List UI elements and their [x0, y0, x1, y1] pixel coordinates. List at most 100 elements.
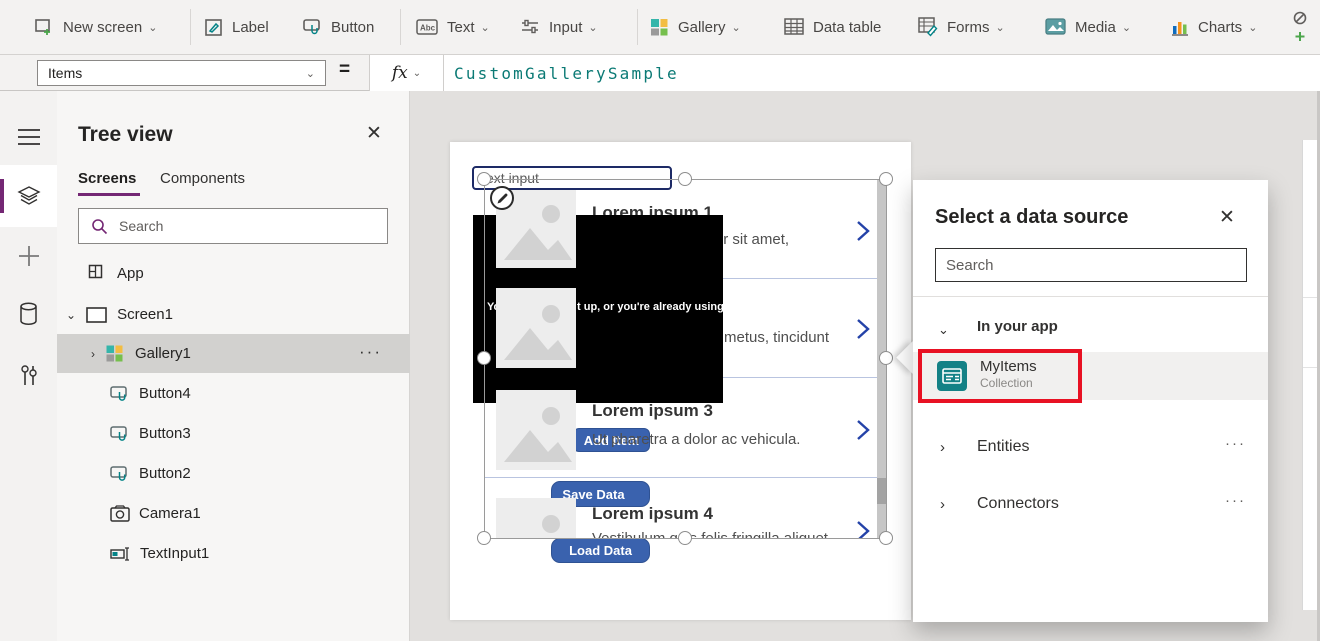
tab-components[interactable]: Components	[160, 170, 245, 187]
chevron-right-icon[interactable]	[855, 317, 872, 341]
button-button[interactable]: Button	[302, 0, 374, 54]
resize-handle-middle-right[interactable]	[879, 351, 893, 365]
gallery-item-subtitle: metus, tincidunt	[724, 329, 829, 346]
resize-handle-top-center[interactable]	[678, 172, 692, 186]
resize-handle-top-left[interactable]	[477, 172, 491, 186]
charts-menu[interactable]: Charts ⌄	[1171, 0, 1257, 54]
property-dropdown[interactable]: Items ⌄	[37, 60, 326, 86]
section-label: Entities	[977, 438, 1029, 456]
new-screen-button[interactable]: New screen ⌄	[34, 0, 157, 54]
section-entities[interactable]: › Entities ···	[913, 427, 1268, 473]
button-label: Button	[331, 19, 374, 36]
edit-gallery-button[interactable]	[490, 186, 514, 210]
database-icon	[18, 302, 39, 326]
powerapps-studio: New screen ⌄ Label Button Abc Text ⌄	[0, 0, 1320, 641]
data-sources-button[interactable]	[0, 292, 57, 336]
layers-icon	[17, 185, 41, 209]
gallery-item-subtitle: Ut pharetra a dolor ac vehicula.	[592, 431, 800, 448]
fx-icon: fx	[392, 63, 408, 83]
label-button[interactable]: Label	[204, 0, 269, 54]
chevron-right-icon[interactable]	[855, 219, 872, 243]
chevron-down-icon: ⌄	[1248, 21, 1257, 34]
tree-item-app[interactable]: App	[57, 254, 410, 293]
gallery-icon	[650, 18, 669, 37]
gallery-menu[interactable]: Gallery ⌄	[650, 0, 741, 54]
data-table-button[interactable]: Data table	[784, 0, 881, 54]
chevron-right-icon[interactable]	[855, 418, 872, 442]
media-menu[interactable]: Media ⌄	[1045, 0, 1131, 54]
insert-button[interactable]	[0, 234, 57, 278]
tree-view-button[interactable]	[0, 175, 57, 219]
svg-text:Abc: Abc	[420, 24, 436, 33]
tree-search-input[interactable]	[119, 209, 379, 243]
data-source-search-input[interactable]	[936, 249, 1246, 281]
input-menu[interactable]: Input ⌄	[520, 0, 598, 54]
tree-item-textinput1[interactable]: TextInput1	[57, 534, 410, 573]
equals-sign: =	[339, 59, 350, 81]
fx-dropdown[interactable]: fx ⌄	[369, 55, 444, 91]
media-label: Media	[1075, 19, 1116, 36]
gallery-row-divider	[484, 477, 886, 478]
hamburger-menu-button[interactable]	[0, 115, 57, 159]
more-actions-button[interactable]: ···	[1225, 435, 1246, 452]
data-source-search-box	[935, 248, 1247, 282]
resize-handle-bottom-center[interactable]	[678, 531, 692, 545]
chevron-down-icon: ⌄	[1122, 21, 1131, 34]
resize-handle-bottom-left[interactable]	[477, 531, 491, 545]
tree-item-screen1[interactable]: ⌄ Screen1	[57, 295, 410, 334]
forms-menu[interactable]: Forms ⌄	[918, 0, 1005, 54]
tree-view-panel: Tree view ✕ Screens Components App ⌄ Scr…	[57, 91, 410, 641]
text-icon: Abc	[416, 18, 438, 36]
new-screen-label: New screen	[63, 19, 142, 36]
more-actions-button[interactable]: ···	[359, 342, 382, 362]
charts-label: Charts	[1198, 19, 1242, 36]
camera-icon	[110, 505, 130, 522]
left-rail	[0, 91, 57, 641]
tree-item-label: Camera1	[139, 505, 201, 522]
resize-handle-bottom-right[interactable]	[879, 531, 893, 545]
text-menu[interactable]: Abc Text ⌄	[416, 0, 490, 54]
pencil-icon	[496, 192, 509, 205]
tree-item-label: App	[117, 265, 144, 282]
formula-input[interactable]: CustomGallerySample	[444, 55, 1320, 91]
chevron-right-icon: ›	[940, 439, 945, 456]
tab-screens[interactable]: Screens	[78, 170, 136, 187]
tree-item-button4[interactable]: Button4	[57, 374, 410, 413]
section-connectors[interactable]: › Connectors ···	[913, 484, 1268, 530]
panel-close-button[interactable]: ✕	[1219, 208, 1235, 227]
data-source-item-myitems[interactable]: MyItems Collection	[913, 352, 1268, 400]
input-label: Input	[549, 19, 582, 36]
media-icon	[1045, 18, 1066, 36]
resize-handle-middle-left[interactable]	[477, 351, 491, 365]
load-data-button[interactable]: Load Data	[551, 538, 650, 563]
panel-title: Select a data source	[935, 206, 1128, 229]
tree-item-camera1[interactable]: Camera1	[57, 494, 410, 533]
property-value: Items	[48, 65, 82, 81]
tree-item-button2[interactable]: Button2	[57, 454, 410, 493]
section-in-your-app[interactable]: ⌄ In your app	[913, 300, 1268, 350]
camera-control-error[interactable]: Yo t up, or you're already using it.	[473, 215, 723, 403]
gallery-scrollbar-thumb[interactable]	[877, 478, 886, 504]
resize-handle-top-right[interactable]	[879, 172, 893, 186]
data-source-panel: Select a data source ✕ ⌄ In your app MyI…	[913, 180, 1268, 622]
tree-item-label: Screen1	[117, 306, 173, 323]
chevron-down-icon: ⌄	[938, 322, 949, 338]
formula-bar: Items ⌄ = fx ⌄ CustomGallerySample	[0, 55, 1320, 91]
chevron-down-icon: ⌄	[588, 21, 597, 34]
advanced-tools-button[interactable]	[0, 354, 57, 398]
toolbar-divider	[400, 9, 401, 45]
data-table-icon	[784, 18, 804, 36]
save-data-button[interactable]: Save Data	[551, 481, 650, 507]
tree-view-close-button[interactable]: ✕	[366, 124, 382, 143]
tree-item-label: TextInput1	[140, 545, 209, 562]
chevron-right-icon: ›	[91, 347, 95, 361]
chevron-right-icon[interactable]	[855, 519, 872, 538]
more-actions-button[interactable]: ···	[1225, 492, 1246, 509]
tree-item-gallery1-selected[interactable]: › Gallery1 ···	[57, 334, 410, 373]
tree-item-label: Button2	[139, 465, 191, 482]
forms-icon	[918, 17, 938, 37]
tree-item-button3[interactable]: Button3	[57, 414, 410, 453]
circle-slash-plus-icon	[1292, 10, 1308, 44]
tree-item-label: Button3	[139, 425, 191, 442]
toolbar-overflow-partial[interactable]	[1292, 0, 1308, 54]
